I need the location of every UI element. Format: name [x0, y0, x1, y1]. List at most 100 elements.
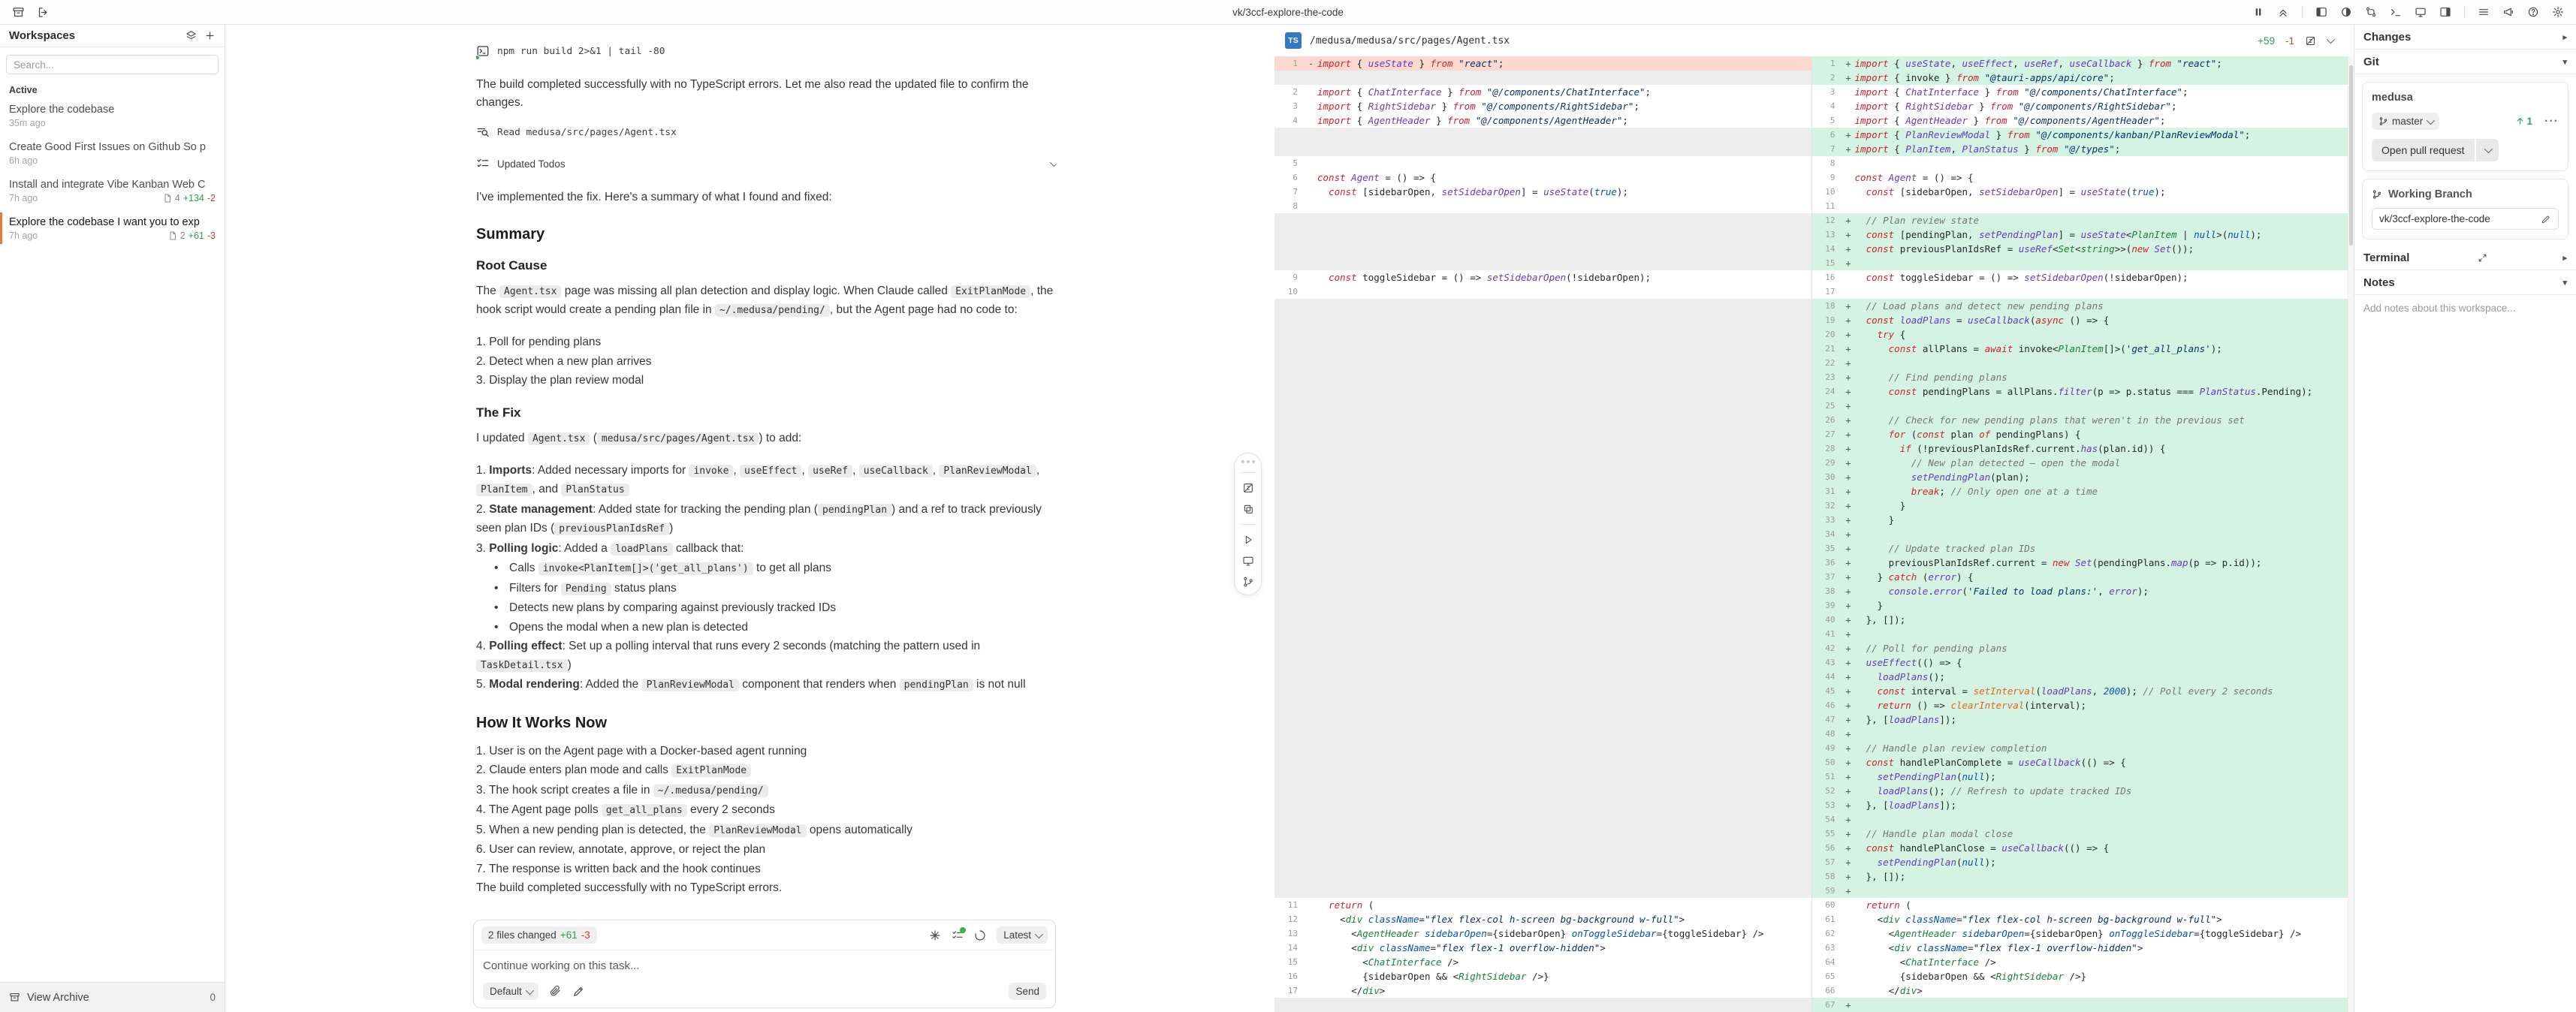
diff-marker: + — [1842, 672, 1855, 682]
working-branch-card: Working Branch vk/3ccf-explore-the-code — [2362, 179, 2568, 239]
open-pull-request-button[interactable]: Open pull request — [2372, 139, 2475, 161]
diff-row: 57+ setPendingPlan(null); — [1812, 855, 2348, 869]
line-number: 18 — [1812, 301, 1842, 311]
layers-icon[interactable] — [186, 30, 197, 41]
diff-row: 17 — [1812, 285, 2348, 299]
files-changed-chip[interactable]: 2 files changed +61 -3 — [481, 926, 597, 944]
send-button[interactable]: Send — [1009, 983, 1046, 1000]
notes-placeholder[interactable]: Add notes about this workspace... — [2354, 295, 2576, 321]
more-menu-icon[interactable]: ··· — [2544, 115, 2559, 128]
diff-row: 50+ const handlePlanComplete = useCallba… — [1812, 755, 2348, 770]
diff-row — [1274, 71, 1811, 85]
diff-row: 13 <AgentHeader sidebarOpen={sidebarOpen… — [1274, 926, 1811, 941]
inline-code: Agent.tsx — [499, 285, 561, 298]
bullet-item: Calls invoke<PlanItem[]>('get_all_plans'… — [476, 559, 1056, 579]
sparkle-icon[interactable] — [929, 929, 941, 941]
diff-row: 5import { AgentHeader } from "@/componen… — [1812, 113, 2348, 128]
diff-row: 55+ // Handle plan modal close — [1812, 827, 2348, 841]
diff-row: 51+ setPendingPlan(null); — [1812, 770, 2348, 784]
inline-code: useEffect — [740, 465, 801, 477]
mode-dropdown[interactable]: Default — [483, 983, 538, 1000]
code-line: }, [loadPlans]); — [1855, 714, 2348, 725]
diff-scrollbar[interactable] — [2348, 56, 2354, 1012]
diff-marker: + — [1842, 857, 1855, 868]
line-number: 51 — [1812, 772, 1842, 782]
pr-options-dropdown[interactable] — [2476, 139, 2499, 161]
typescript-file-icon: TS — [1285, 32, 1302, 49]
diff-row: 10 const [sidebarOpen, setSidebarOpen] =… — [1812, 185, 2348, 199]
diff-marker: + — [1842, 743, 1855, 754]
tool-label: Read medusa/src/pages/Agent.tsx — [497, 127, 677, 138]
diff-marker: + — [1842, 886, 1855, 896]
branch-dropdown[interactable]: master — [2372, 113, 2439, 130]
workspace-time: 6h ago — [9, 155, 38, 166]
line-number: 13 — [1274, 929, 1305, 938]
git-section-header[interactable]: Git ▾ — [2354, 50, 2576, 74]
workspace-item[interactable]: Explore the codebase I want you to exp7h… — [0, 209, 225, 247]
line-number: 54 — [1812, 815, 1842, 824]
line-number: 63 — [1812, 943, 1842, 953]
ignore-whitespace-icon[interactable] — [1242, 482, 1254, 494]
pen-icon[interactable] — [572, 985, 585, 998]
diff-row: 18+ // Load plans and detect new pending… — [1812, 299, 2348, 313]
tool-call-row[interactable]: Updated Todos — [476, 157, 1056, 170]
diff-marker: + — [1842, 230, 1855, 240]
chevron-right-icon: ▸ — [2562, 32, 2567, 42]
working-branch-input[interactable]: vk/3ccf-explore-the-code — [2372, 208, 2559, 230]
tool-call-row[interactable]: Read medusa/src/pages/Agent.tsx — [476, 125, 1056, 139]
line-number: 40 — [1812, 615, 1842, 625]
expand-icon[interactable] — [2478, 253, 2487, 263]
list-item: 3. Display the plan review modal — [476, 372, 1056, 390]
diff-marker: + — [1842, 486, 1855, 497]
chevron-down-icon[interactable] — [1050, 158, 1056, 167]
diff-marker: + — [1842, 387, 1855, 397]
bullet-item: Detects new plans by comparing against p… — [476, 599, 1056, 618]
view-archive-button[interactable]: View Archive 0 — [0, 982, 225, 1012]
inline-code: get_all_plans — [602, 804, 687, 817]
workspace-item[interactable]: Create Good First Issues on Github So p6… — [0, 134, 225, 172]
collapse-file-icon[interactable] — [2327, 34, 2333, 47]
play-icon[interactable] — [1242, 534, 1254, 546]
diff-row: 52+ loadPlans(); // Refresh to update tr… — [1812, 784, 2348, 798]
attach-icon[interactable] — [549, 985, 562, 998]
line-number: 38 — [1812, 586, 1842, 596]
search-input[interactable] — [6, 55, 219, 74]
diff-row: 14+ const previousPlanIdsRef = useRef<Se… — [1812, 242, 2348, 256]
changes-section-header[interactable]: Changes ▸ — [2354, 25, 2576, 50]
inline-code: ~/.medusa/pending/ — [715, 304, 830, 317]
workspace-item[interactable]: Explore the codebase35m ago — [0, 97, 225, 134]
line-number: 67 — [1812, 1000, 1842, 1010]
diff-row: 9 const toggleSidebar = () => setSidebar… — [1274, 270, 1811, 285]
notes-section-header[interactable]: Notes ▾ — [2354, 270, 2576, 295]
diff-marker: + — [1842, 344, 1855, 354]
code-line: setPendingPlan(plan); — [1855, 471, 2348, 483]
git-branch-icon[interactable] — [1242, 576, 1254, 588]
line-number: 55 — [1812, 829, 1842, 839]
workspace-item[interactable]: Install and integrate Vibe Kanban Web C7… — [0, 172, 225, 209]
todos-status-icon[interactable] — [952, 929, 964, 941]
diff-row: 67+ — [1812, 998, 2348, 1012]
monitor-icon[interactable] — [1242, 555, 1254, 567]
diff-marker: + — [1842, 757, 1855, 768]
code-line: // Plan review state — [1855, 215, 2348, 226]
diff-row — [1274, 570, 1811, 584]
diff-row — [1274, 798, 1811, 812]
workspace-title: Explore the codebase — [9, 104, 216, 116]
diff-row — [1274, 142, 1811, 156]
tool-call-row[interactable]: npm run build 2>&1 | tail -80 — [476, 44, 1056, 58]
code-line: const [sidebarOpen, setSidebarOpen] = us… — [1855, 186, 2348, 197]
terminal-section-header[interactable]: Terminal ▸ — [2354, 245, 2576, 270]
code-line: previousPlanIdsRef.current = new Set(pen… — [1855, 557, 2348, 568]
latest-dropdown[interactable]: Latest — [997, 926, 1048, 944]
add-workspace-icon[interactable] — [204, 30, 216, 41]
message-input[interactable]: Continue working on this task... — [474, 950, 1055, 977]
line-number: 58 — [1812, 872, 1842, 881]
pencil-icon[interactable] — [2541, 214, 2551, 224]
ignore-whitespace-icon[interactable] — [2305, 35, 2316, 47]
code-line: <ChatInterface /> — [1317, 956, 1811, 968]
line-number: 62 — [1812, 929, 1842, 938]
drag-handle-icon[interactable] — [1241, 460, 1255, 463]
diff-row: 30+ setPendingPlan(plan); — [1812, 470, 2348, 484]
diff-row: 15+ — [1812, 256, 2348, 270]
copy-icon[interactable] — [1242, 503, 1254, 515]
